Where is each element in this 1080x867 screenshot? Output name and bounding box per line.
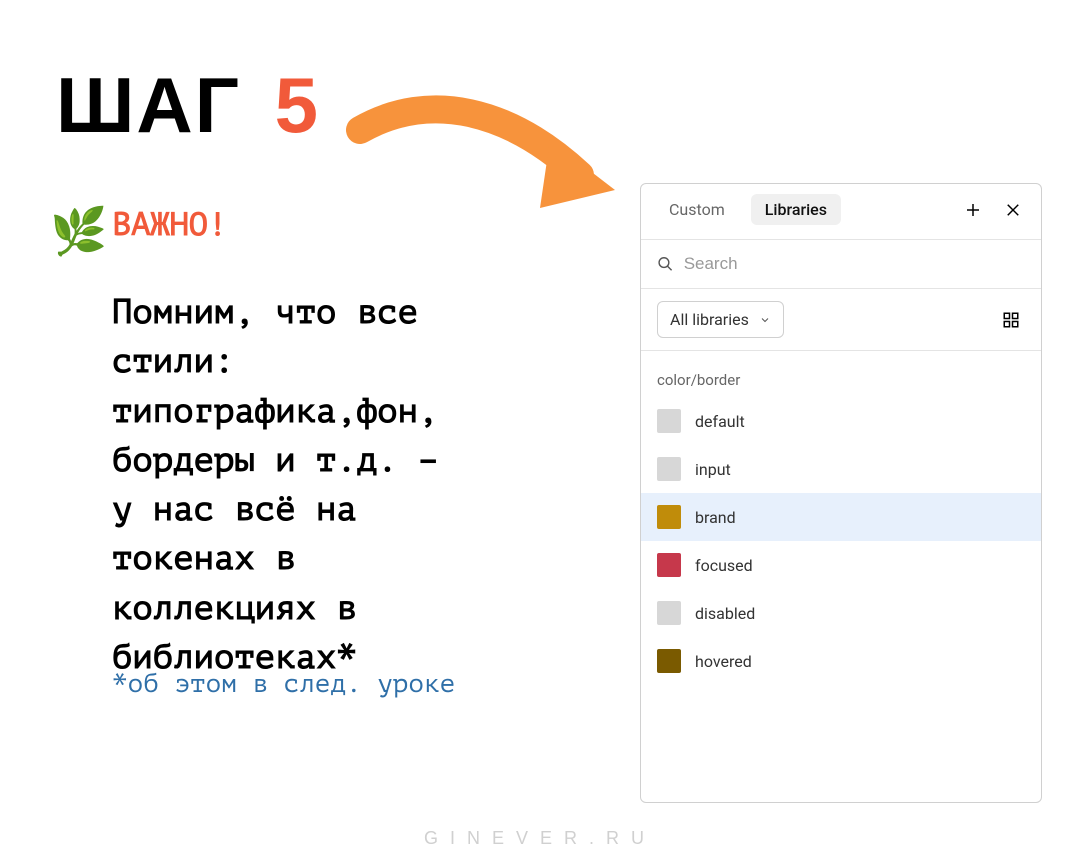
slide: ШАГ 5 🌿 ВАЖНО! Помним, что все стили: ти…	[0, 0, 1080, 867]
item-list: default input brand focused disabled hovered	[641, 397, 1041, 685]
libraries-panel: Custom Libraries All libraries color/bor…	[640, 183, 1042, 803]
important-label: ВАЖНО!	[112, 207, 227, 243]
list-item[interactable]: focused	[641, 541, 1041, 589]
item-label: default	[695, 412, 745, 431]
panel-header: Custom Libraries	[641, 184, 1041, 235]
color-swatch	[657, 409, 681, 433]
grid-view-icon[interactable]	[997, 306, 1025, 334]
color-swatch	[657, 457, 681, 481]
plus-icon[interactable]	[959, 196, 987, 224]
footnote: *об этом в след. уроке	[112, 670, 455, 699]
body-text: Помним, что все стили: типографика,фон, …	[112, 288, 612, 682]
group-title: color/border	[641, 351, 1041, 397]
close-icon[interactable]	[999, 196, 1027, 224]
list-item[interactable]: default	[641, 397, 1041, 445]
color-swatch	[657, 553, 681, 577]
search-row	[641, 239, 1041, 289]
watermark: GINEVER.RU	[0, 828, 1080, 849]
list-item[interactable]: disabled	[641, 589, 1041, 637]
list-item[interactable]: input	[641, 445, 1041, 493]
item-label: focused	[695, 556, 753, 575]
color-swatch	[657, 649, 681, 673]
step-word: ШАГ	[56, 61, 241, 149]
list-item[interactable]: hovered	[641, 637, 1041, 685]
page-title: ШАГ 5	[56, 60, 320, 151]
libraries-dropdown[interactable]: All libraries	[657, 301, 784, 338]
item-label: brand	[695, 508, 736, 527]
tab-libraries[interactable]: Libraries	[751, 194, 841, 225]
leaf-icon: 🌿	[50, 205, 107, 259]
search-input[interactable]	[684, 254, 1025, 274]
tab-custom[interactable]: Custom	[655, 194, 739, 225]
item-label: input	[695, 460, 731, 479]
color-swatch	[657, 505, 681, 529]
item-label: disabled	[695, 604, 755, 623]
filter-row: All libraries	[641, 289, 1041, 351]
step-number: 5	[275, 61, 320, 149]
chevron-down-icon	[759, 314, 771, 326]
item-label: hovered	[695, 652, 752, 671]
arrow-icon	[330, 80, 630, 230]
list-item[interactable]: brand	[641, 493, 1041, 541]
color-swatch	[657, 601, 681, 625]
search-icon	[657, 255, 674, 273]
dropdown-label: All libraries	[670, 310, 749, 329]
